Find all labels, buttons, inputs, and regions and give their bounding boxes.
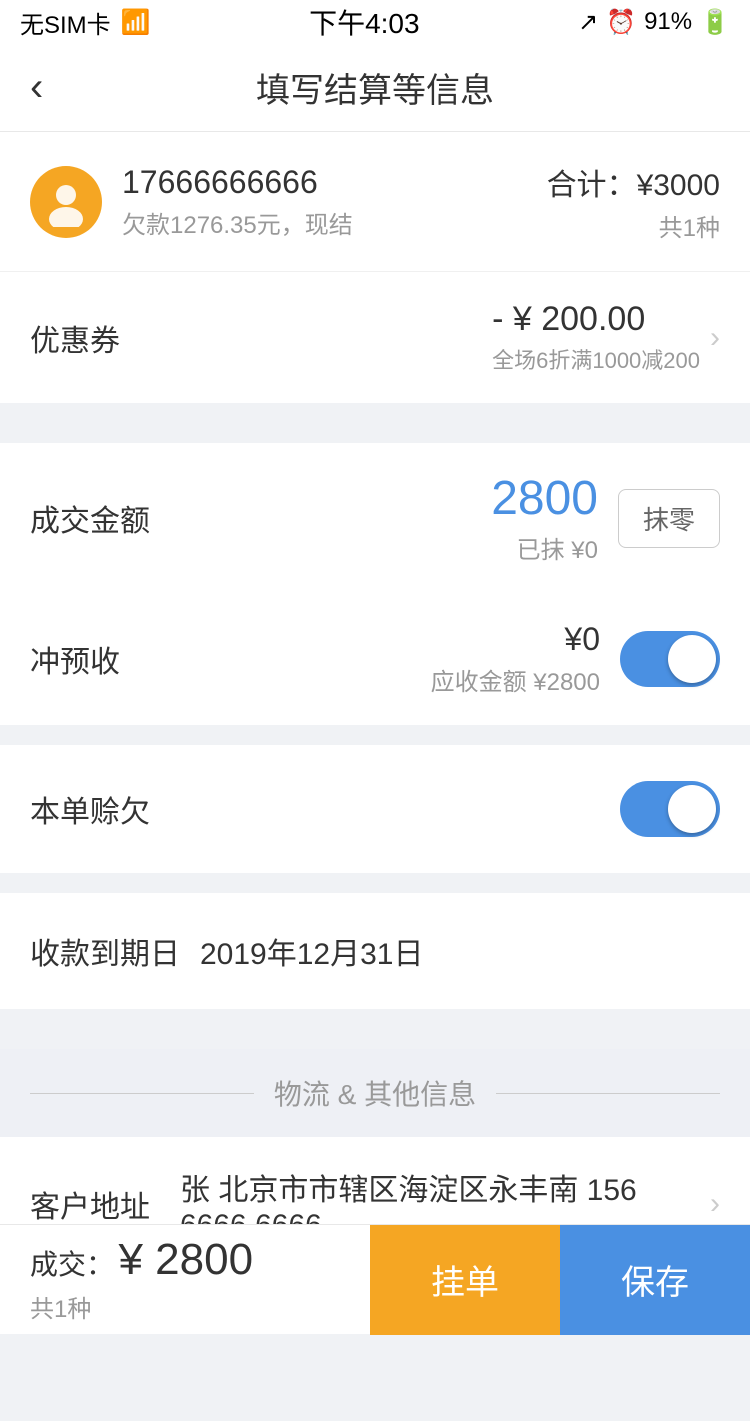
total-count: 共1种 [547,208,720,243]
customer-info: 17666666666 欠款1276.35元，现结 [122,164,353,240]
coupon-label: 优惠券 [30,316,120,360]
logistics-line-right [496,1093,720,1094]
logistics-header: 物流 & 其他信息 [0,1049,750,1137]
customer-left: 17666666666 欠款1276.35元，现结 [30,164,353,240]
round-down-button[interactable]: 抹零 [618,489,720,548]
status-right: ↗ ⏰ 91% 🔋 [578,8,730,37]
battery-text: 91% [644,8,692,36]
coupon-chevron-icon: › [710,321,720,355]
prepay-label: 冲预收 [30,637,120,681]
duedate-row: 收款到期日 2019年12月31日 [0,893,750,1009]
nav-bar: ‹ 填写结算等信息 [0,44,750,132]
credit-row: 本单赊欠 [0,745,750,873]
logistics-line-left [30,1093,254,1094]
status-time: 下午4:03 [309,2,420,42]
prepay-row: 冲预收 ¥0 应收金额 ¥2800 [0,593,750,725]
duedate-value: 2019年12月31日 [200,929,423,973]
customer-row: 17666666666 欠款1276.35元，现结 合计：¥3000 共1种 [0,132,750,271]
alarm-icon: ⏰ [606,8,636,37]
duedate-section: 收款到期日 2019年12月31日 [0,893,750,1009]
credit-toggle-knob [668,785,716,833]
amount-label: 成交金额 [30,496,150,540]
prepay-amount: ¥0 [431,621,600,658]
location-icon: ↗ [578,8,598,37]
bottom-total-line: 成交： ¥ 2800 [30,1235,340,1285]
prepay-toggle[interactable] [620,631,720,687]
amount-section: 成交金额 2800 已抹 ¥0 抹零 冲预收 ¥0 应收金额 ¥2800 [0,443,750,725]
prepay-values: ¥0 应收金额 ¥2800 [431,621,600,697]
amount-sub: 已抹 ¥0 [491,530,598,565]
coupon-row[interactable]: 优惠券 - ¥ 200.00 全场6折满1000减200 › [0,271,750,403]
coupon-discount: - ¥ 200.00 [492,300,700,339]
bottom-count: 共1种 [30,1289,340,1324]
prepay-toggle-knob [668,635,716,683]
battery-icon: 🔋 [700,8,730,37]
amount-row: 成交金额 2800 已抹 ¥0 抹零 [0,443,750,593]
customer-phone: 17666666666 [122,164,353,201]
customer-card: 17666666666 欠款1276.35元，现结 合计：¥3000 共1种 优… [0,132,750,403]
address-label: 客户地址 [30,1182,150,1226]
prepay-sub: 应收金额 ¥2800 [431,662,600,697]
customer-sub: 欠款1276.35元，现结 [122,205,353,240]
bottom-total-label: 成交： [30,1249,114,1280]
customer-total: 合计：¥3000 共1种 [547,160,720,243]
bottom-total-amount: ¥ 2800 [118,1235,253,1284]
sim-text: 无SIM卡 [20,5,111,40]
amount-right: 2800 已抹 ¥0 抹零 [491,471,720,565]
address-chevron: › [710,1187,720,1221]
credit-label: 本单赊欠 [30,787,150,831]
coupon-desc: 全场6折满1000减200 [492,343,700,375]
status-left: 无SIM卡 📶 [20,5,151,40]
address-chevron-icon: › [710,1187,720,1221]
separator-3 [0,1029,750,1049]
separator-1 [0,423,750,443]
bottom-bar: 成交： ¥ 2800 共1种 挂单 保存 [0,1224,750,1334]
page-title: 填写结算等信息 [90,63,660,112]
duedate-label: 收款到期日 [30,929,180,973]
save-button[interactable]: 保存 [560,1225,750,1335]
pending-button[interactable]: 挂单 [370,1225,560,1335]
credit-section: 本单赊欠 [0,745,750,873]
amount-value: 2800 [491,471,598,526]
credit-toggle[interactable] [620,781,720,837]
coupon-right: - ¥ 200.00 全场6折满1000减200 › [492,300,720,375]
logistics-title: 物流 & 其他信息 [274,1073,476,1113]
prepay-right: ¥0 应收金额 ¥2800 [431,621,720,697]
bottom-summary: 成交： ¥ 2800 共1种 [0,1235,370,1324]
separator-2 [0,725,750,745]
back-button[interactable]: ‹ [30,65,90,110]
total-amount: 合计：¥3000 [547,160,720,204]
status-bar: 无SIM卡 📶 下午4:03 ↗ ⏰ 91% 🔋 [0,0,750,44]
avatar [30,166,102,238]
wifi-icon: 📶 [121,8,151,37]
